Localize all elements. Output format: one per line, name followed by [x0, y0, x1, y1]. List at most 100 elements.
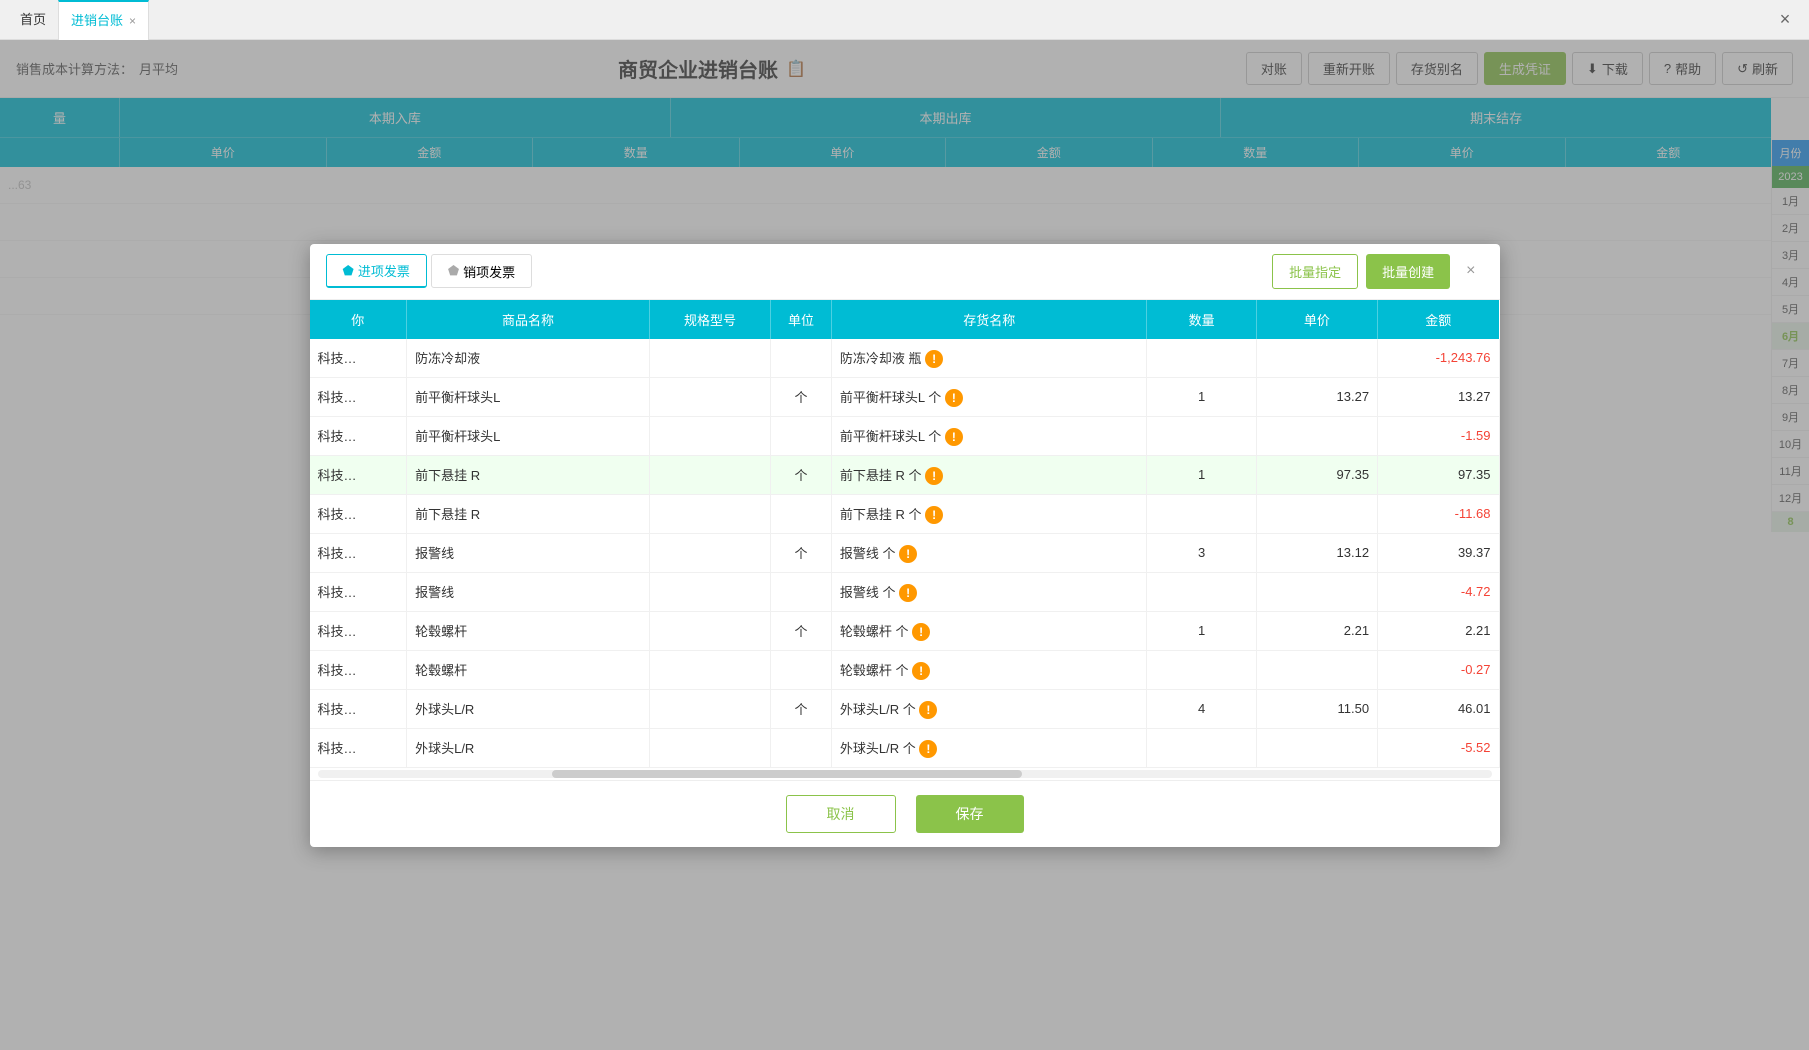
cell-inventory: 前下悬挂 R 个 ! [831, 455, 1147, 494]
cell-unit-price: 13.27 [1256, 377, 1377, 416]
warn-icon: ! [925, 467, 943, 485]
cell-unit-price [1256, 339, 1377, 378]
inventory-name-text: 报警线 个 [840, 585, 896, 600]
col-product-name: 商品名称 [407, 300, 650, 339]
cell-inventory: 轮毂螺杆 个 ! [831, 650, 1147, 689]
batch-assign-button[interactable]: 批量指定 [1272, 254, 1358, 289]
cell-unit-price [1256, 572, 1377, 611]
cell-unit: 个 [771, 611, 832, 650]
cell-spec [649, 689, 770, 728]
cell-quantity [1147, 494, 1256, 533]
cell-source: 科技… [310, 339, 407, 378]
tab-active-label: 进销台账 [71, 1, 123, 41]
cell-spec [649, 650, 770, 689]
cell-product-name: 外球头L/R [407, 728, 650, 767]
table-row: 科技… 前下悬挂 R 个 前下悬挂 R 个 ! 1 97.35 97.35 [310, 455, 1500, 494]
cell-inventory: 轮毂螺杆 个 ! [831, 611, 1147, 650]
cell-quantity [1147, 572, 1256, 611]
tab-xiaoxiang[interactable]: ⬟ 销项发票 [431, 254, 532, 288]
cell-inventory: 外球头L/R 个 ! [831, 728, 1147, 767]
cell-source: 科技… [310, 650, 407, 689]
cell-quantity [1147, 650, 1256, 689]
tab-close-icon[interactable]: × [129, 1, 136, 41]
cell-source: 科技… [310, 377, 407, 416]
cell-unit [771, 339, 832, 378]
cell-spec [649, 611, 770, 650]
col-quantity: 数量 [1147, 300, 1256, 339]
inventory-name-text: 外球头L/R 个 [840, 702, 916, 717]
modal-overlay: ⬟ 进项发票 ⬟ 销项发票 批量指定 批量创建 × [0, 40, 1809, 1050]
col-spec: 规格型号 [649, 300, 770, 339]
col-source: 你 [310, 300, 407, 339]
table-row: 科技… 外球头L/R 个 外球头L/R 个 ! 4 11.50 46.01 [310, 689, 1500, 728]
col-unit-price: 单价 [1256, 300, 1377, 339]
window-close-button[interactable]: × [1769, 4, 1801, 36]
cell-spec [649, 728, 770, 767]
col-amount: 金额 [1378, 300, 1499, 339]
cell-quantity: 3 [1147, 533, 1256, 572]
save-button[interactable]: 保存 [916, 795, 1024, 833]
modal-header-buttons: 批量指定 批量创建 [1272, 254, 1450, 289]
cell-product-name: 轮毂螺杆 [407, 611, 650, 650]
inventory-name-text: 轮毂螺杆 个 [840, 624, 909, 639]
table-row: 科技… 报警线 报警线 个 ! -4.72 [310, 572, 1500, 611]
table-row: 科技… 外球头L/R 外球头L/R 个 ! -5.52 [310, 728, 1500, 767]
inventory-name-text: 前平衡杆球头L 个 [840, 429, 941, 444]
cell-unit [771, 494, 832, 533]
cell-unit: 个 [771, 455, 832, 494]
warn-icon: ! [899, 584, 917, 602]
cell-unit [771, 728, 832, 767]
warn-icon: ! [945, 389, 963, 407]
tab-jinxiang[interactable]: ⬟ 进项发票 [326, 254, 427, 288]
cell-source: 科技… [310, 728, 407, 767]
horizontal-scrollbar[interactable] [318, 770, 1492, 778]
cell-source: 科技… [310, 416, 407, 455]
cell-source: 科技… [310, 572, 407, 611]
cell-product-name: 前平衡杆球头L [407, 416, 650, 455]
modal-dialog: ⬟ 进项发票 ⬟ 销项发票 批量指定 批量创建 × [310, 244, 1500, 847]
cell-unit: 个 [771, 377, 832, 416]
cell-unit-price [1256, 416, 1377, 455]
cell-unit-price: 11.50 [1256, 689, 1377, 728]
main-area: 销售成本计算方法： 月平均 商贸企业进销台账 📋 对账 重新开账 存货别名 生成… [0, 40, 1809, 1050]
cell-quantity [1147, 416, 1256, 455]
xiaoxiang-tab-label: 销项发票 [463, 262, 515, 281]
cancel-button[interactable]: 取消 [786, 795, 896, 833]
cell-source: 科技… [310, 494, 407, 533]
inventory-name-text: 前下悬挂 R 个 [840, 468, 922, 483]
modal-close-button[interactable]: × [1458, 258, 1483, 284]
table-row: 科技… 报警线 个 报警线 个 ! 3 13.12 39.37 [310, 533, 1500, 572]
cell-spec [649, 377, 770, 416]
cell-spec [649, 455, 770, 494]
warn-icon: ! [925, 350, 943, 368]
warn-icon: ! [899, 545, 917, 563]
batch-create-button[interactable]: 批量创建 [1366, 254, 1450, 289]
tab-home[interactable]: 首页 [8, 0, 58, 40]
cell-spec [649, 339, 770, 378]
cell-unit-price [1256, 728, 1377, 767]
cell-amount: 46.01 [1378, 689, 1499, 728]
cell-product-name: 轮毂螺杆 [407, 650, 650, 689]
cell-product-name: 防冻冷却液 [407, 339, 650, 378]
tab-active[interactable]: 进销台账 × [58, 0, 149, 40]
cell-quantity: 1 [1147, 611, 1256, 650]
cell-amount: 39.37 [1378, 533, 1499, 572]
cell-product-name: 报警线 [407, 572, 650, 611]
table-row: 科技… 前平衡杆球头L 个 前平衡杆球头L 个 ! 1 13.27 13.27 [310, 377, 1500, 416]
inventory-name-text: 防冻冷却液 瓶 [840, 351, 922, 366]
modal-header: ⬟ 进项发票 ⬟ 销项发票 批量指定 批量创建 × [310, 244, 1500, 300]
scrollbar-thumb[interactable] [552, 770, 1022, 778]
table-row: 科技… 前下悬挂 R 前下悬挂 R 个 ! -11.68 [310, 494, 1500, 533]
warn-icon: ! [919, 740, 937, 758]
cell-amount: -5.52 [1378, 728, 1499, 767]
cell-quantity: 1 [1147, 455, 1256, 494]
cell-product-name: 外球头L/R [407, 689, 650, 728]
cell-unit: 个 [771, 533, 832, 572]
modal-table: 你 商品名称 规格型号 单位 存货名称 数量 单价 金额 科技… 防冻冷却液 [310, 300, 1500, 780]
xiaoxiang-tab-icon: ⬟ [448, 263, 459, 279]
warn-icon: ! [945, 428, 963, 446]
cell-spec [649, 416, 770, 455]
cell-quantity: 1 [1147, 377, 1256, 416]
cell-unit-price: 97.35 [1256, 455, 1377, 494]
inventory-name-text: 外球头L/R 个 [840, 741, 916, 756]
